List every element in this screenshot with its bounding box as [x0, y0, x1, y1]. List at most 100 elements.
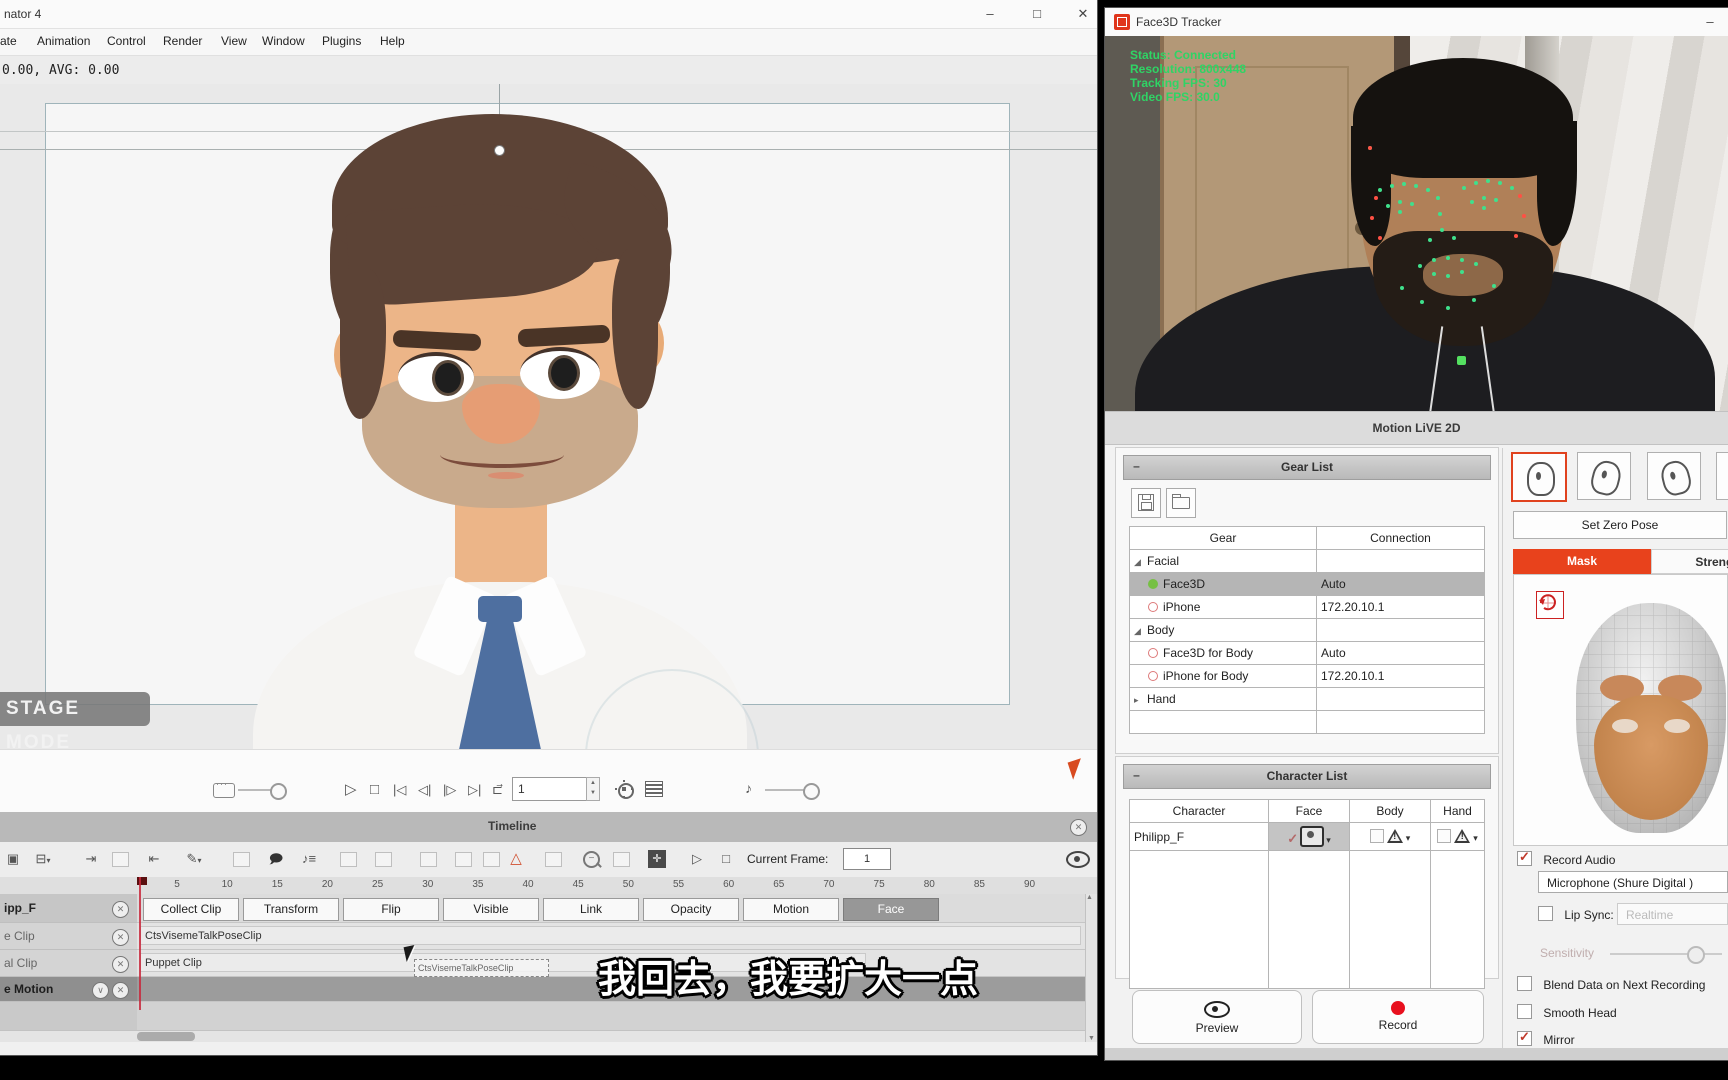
- track-button-transform[interactable]: Transform: [243, 898, 339, 921]
- timeline-ruler[interactable]: 5 10 15 20 25 30 35 40 45 50 55 60 65 70 75 80 85 90: [0, 877, 1097, 895]
- hand-checkbox[interactable]: [1437, 829, 1452, 843]
- loop-button[interactable]: ⊏⃗: [492, 782, 503, 798]
- volume-note-icon[interactable]: ♪: [745, 780, 752, 796]
- menu-item-plugins[interactable]: Plugins: [322, 34, 361, 48]
- menu-item-help[interactable]: Help: [380, 34, 405, 48]
- chevron-down-icon[interactable]: ▾: [1326, 835, 1331, 846]
- playback-frame-input[interactable]: 1: [512, 777, 593, 801]
- smooth-head-option[interactable]: Smooth Head: [1517, 1004, 1617, 1020]
- face-assign-cell[interactable]: ✓ ▾: [1268, 822, 1350, 851]
- gear-row-facial[interactable]: ◢ Facial: [1129, 549, 1485, 573]
- gear-row-face3d-body[interactable]: Face3D for Body Auto: [1129, 641, 1485, 665]
- lip-sync-checkbox[interactable]: [1538, 906, 1553, 921]
- close-button[interactable]: ✕: [1068, 4, 1097, 24]
- character-row-philipp[interactable]: Philipp_F ✓▾ ▾ ▾: [1129, 822, 1485, 851]
- save-gear-button[interactable]: [1131, 488, 1161, 518]
- microphone-dropdown[interactable]: Microphone (Shure Digital ): [1538, 871, 1728, 893]
- track-row-viseme-clip[interactable]: e Clip ✕ CtsVisemeTalkPoseClip: [0, 923, 1097, 950]
- chevron-down-icon[interactable]: ▾: [1406, 833, 1411, 844]
- set-zero-pose-button[interactable]: Set Zero Pose: [1513, 511, 1727, 539]
- current-frame-input[interactable]: 1: [843, 848, 891, 870]
- frame-spinner[interactable]: ▲ ▼: [586, 777, 600, 801]
- track-row-character[interactable]: ipp_F ✕ Collect Clip Transform Flip Visi…: [0, 894, 1097, 923]
- menu-item-cut[interactable]: ate: [0, 34, 17, 48]
- timeline-play-icon[interactable]: ▷: [686, 849, 708, 869]
- menu-item-control[interactable]: Control: [107, 34, 146, 48]
- track-label-cell[interactable]: ipp_F ✕: [0, 894, 137, 923]
- character-anchor-point[interactable]: [494, 145, 505, 156]
- gear-row-face3d[interactable]: Face3D Auto: [1129, 572, 1485, 596]
- track-content[interactable]: Collect Clip Transform Flip Visible Link…: [137, 894, 1085, 923]
- track-close-icon[interactable]: ✕: [112, 901, 129, 918]
- menu-item-view[interactable]: View: [221, 34, 247, 48]
- gear-row-iphone-body[interactable]: iPhone for Body 172.20.10.1: [1129, 664, 1485, 688]
- tracker-minimize-button[interactable]: –: [1695, 12, 1725, 32]
- track-visibility-eye-icon[interactable]: [1066, 851, 1090, 868]
- track-button-motion[interactable]: Motion: [743, 898, 839, 921]
- menu-item-animation[interactable]: Animation: [37, 34, 90, 48]
- blend-data-option[interactable]: Blend Data on Next Recording: [1517, 976, 1705, 992]
- timeline-stop-icon[interactable]: □: [715, 849, 737, 869]
- track-close-icon[interactable]: ✕: [112, 956, 129, 973]
- track-label-cell[interactable]: al Clip ✕: [0, 950, 137, 977]
- timeline-close-icon[interactable]: ✕: [1070, 819, 1087, 836]
- pose-icon-turn-left[interactable]: [1647, 452, 1701, 500]
- tab-mask[interactable]: Mask: [1513, 549, 1651, 574]
- track-close-icon[interactable]: ✕: [112, 929, 129, 946]
- sensitivity-slider-knob[interactable]: [1687, 946, 1705, 964]
- gear-list-header[interactable]: – Gear List: [1123, 455, 1491, 480]
- stage-canvas[interactable]: STAGE MODE: [0, 84, 1097, 749]
- track-button-collect-clip[interactable]: Collect Clip: [143, 898, 239, 921]
- lip-sync-option[interactable]: Lip Sync:: [1538, 906, 1614, 922]
- tracker-titlebar[interactable]: Face3D Tracker –: [1105, 8, 1728, 37]
- pose-icon-tilt[interactable]: [1716, 452, 1728, 500]
- music-track-icon[interactable]: ♪≡: [298, 849, 320, 869]
- track-button-face[interactable]: Face: [843, 898, 939, 921]
- zoom-out-icon[interactable]: −: [583, 851, 600, 868]
- sensitivity-slider-track[interactable]: [1610, 953, 1722, 955]
- record-button[interactable]: Record: [1312, 990, 1484, 1044]
- chevron-down-icon[interactable]: ▾: [1473, 833, 1478, 844]
- bubble-slider-knob[interactable]: [270, 783, 287, 800]
- previous-frame-button[interactable]: ◁|: [418, 782, 431, 798]
- track-button-flip[interactable]: Flip: [343, 898, 439, 921]
- move-to-out-icon[interactable]: ⇤: [143, 849, 165, 869]
- fit-timeline-icon[interactable]: ✛: [648, 850, 666, 868]
- load-gear-button[interactable]: [1166, 488, 1196, 518]
- preview-button[interactable]: Preview: [1132, 990, 1302, 1044]
- animator-titlebar[interactable]: nator 4 – □ ✕: [0, 0, 1097, 29]
- head-3d-model[interactable]: [1576, 603, 1726, 833]
- rotate-3d-button[interactable]: [1536, 591, 1564, 619]
- track-close-icon[interactable]: ✕: [112, 982, 129, 999]
- track-button-opacity[interactable]: Opacity: [643, 898, 739, 921]
- body-assign-cell[interactable]: ▾: [1349, 822, 1431, 851]
- collapse-icon[interactable]: –: [1130, 769, 1143, 783]
- track-expand-icon[interactable]: ∨: [92, 982, 109, 999]
- viseme-clip-bar[interactable]: CtsVisemeTalkPoseClip: [140, 926, 1081, 945]
- hand-assign-cell[interactable]: ▾: [1430, 822, 1485, 851]
- mirror-option[interactable]: Mirror: [1517, 1029, 1575, 1047]
- pose-icon-front[interactable]: [1511, 452, 1567, 502]
- render-list-icon[interactable]: [645, 781, 663, 797]
- gear-row-iphone[interactable]: iPhone 172.20.10.1: [1129, 595, 1485, 619]
- timeline-titlebar[interactable]: Timeline ✕: [0, 812, 1097, 842]
- track-button-link[interactable]: Link: [543, 898, 639, 921]
- track-layers-icon[interactable]: ⊟▾: [32, 849, 54, 869]
- go-to-start-button[interactable]: |◁: [393, 782, 406, 798]
- character-list-header[interactable]: – Character List: [1123, 764, 1491, 789]
- track-content[interactable]: CtsVisemeTalkPoseClip: [137, 923, 1085, 950]
- camera-icon[interactable]: [1300, 826, 1325, 847]
- track-label-cell[interactable]: e Clip ✕: [0, 923, 137, 950]
- move-to-in-icon[interactable]: ⇥: [80, 849, 102, 869]
- collapse-icon[interactable]: –: [1130, 460, 1143, 474]
- menu-item-window[interactable]: Window: [262, 34, 305, 48]
- smooth-head-checkbox[interactable]: [1517, 1004, 1532, 1019]
- render-settings-gear-icon[interactable]: [618, 783, 634, 799]
- edit-clip-icon[interactable]: ✎▾: [183, 849, 205, 869]
- stop-button[interactable]: □: [370, 782, 379, 798]
- speech-tool-icon[interactable]: 🗩: [265, 849, 287, 869]
- next-frame-button[interactable]: |▷: [443, 782, 456, 798]
- pose-icon-turn-right[interactable]: [1577, 452, 1631, 500]
- track-label-cell[interactable]: e Motion ∨ ✕: [0, 977, 137, 1002]
- timeline-vertical-scrollbar[interactable]: ▲ ▼: [1085, 894, 1097, 1042]
